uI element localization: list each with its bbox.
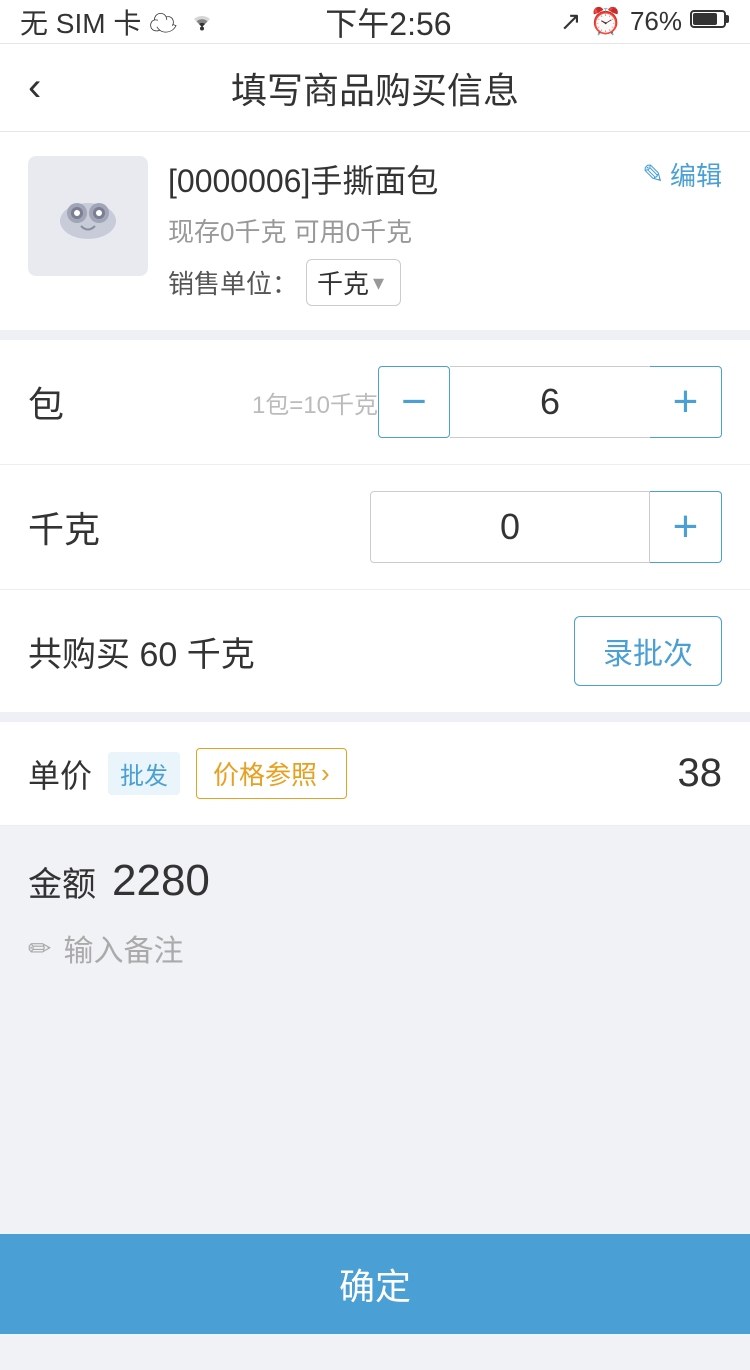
edit-remark-icon: ✏ <box>28 932 51 965</box>
batch-button[interactable]: 录批次 <box>574 616 722 686</box>
product-thumbnail <box>28 156 148 276</box>
status-bar-right: ↗ ⏰ 76% <box>560 6 730 37</box>
status-bar: 无 SIM 卡 ☁ 下午2:56 ↗ ⏰ 76% <box>0 0 750 44</box>
remark-text: 输入备注 <box>63 926 183 970</box>
product-unit: 销售单位： 千克 ▾ <box>168 259 722 306</box>
bao-label: 包 <box>28 376 242 428</box>
confirm-button[interactable]: 确定 <box>0 1234 750 1334</box>
price-ref-button[interactable]: 价格参照 › <box>196 748 347 799</box>
battery-icon <box>690 6 730 37</box>
price-label: 单价 <box>28 751 92 797</box>
price-ref-arrow-icon: › <box>321 758 330 789</box>
kg-qty-control: + <box>370 491 722 563</box>
summary-text: 共购买 60 千克 <box>28 627 255 676</box>
price-value: 38 <box>678 751 723 796</box>
battery-text: 76% <box>630 6 682 37</box>
edit-icon: ✎ <box>642 159 664 190</box>
summary-row: 共购买 60 千克 录批次 <box>0 590 750 722</box>
bao-input-row: 包 1包=10千克 − + <box>0 340 750 465</box>
sim-status: 无 SIM 卡 ☁ <box>20 2 177 42</box>
remark-row[interactable]: ✏ 输入备注 <box>28 926 722 970</box>
amount-row: 金额 2280 <box>28 856 722 906</box>
product-info: [0000006]手撕面包 现存0千克 可用0千克 销售单位： 千克 ▾ <box>168 156 722 306</box>
dropdown-arrow-icon: ▾ <box>373 270 384 296</box>
back-button[interactable]: ‹ <box>28 65 41 110</box>
status-bar-time: 下午2:56 <box>325 0 451 45</box>
bao-minus-button[interactable]: − <box>378 366 450 438</box>
price-badge: 批发 <box>108 752 180 795</box>
alarm-icon: ⏰ <box>590 6 622 37</box>
input-section: 包 1包=10千克 − + 千克 + <box>0 340 750 590</box>
amount-section: 金额 2280 ✏ 输入备注 <box>0 826 750 990</box>
product-card: [0000006]手撕面包 现存0千克 可用0千克 销售单位： 千克 ▾ ✎ 编… <box>0 132 750 340</box>
kg-qty-input[interactable] <box>370 491 650 563</box>
status-bar-left: 无 SIM 卡 ☁ <box>20 2 217 42</box>
bao-qty-input[interactable] <box>450 366 650 438</box>
kg-label: 千克 <box>28 501 370 553</box>
bao-hint: 1包=10千克 <box>252 385 378 420</box>
wifi-icon <box>187 6 217 38</box>
unit-selector[interactable]: 千克 ▾ <box>306 259 401 306</box>
bao-qty-control: − + <box>378 366 722 438</box>
kg-input-row: 千克 + <box>0 465 750 589</box>
nav-title: 填写商品购买信息 <box>231 62 519 114</box>
amount-label: 金额 <box>28 857 96 906</box>
owl-logo-icon <box>53 191 123 241</box>
product-name: [0000006]手撕面包 <box>168 156 722 202</box>
price-section: 单价 批发 价格参照 › 38 <box>0 722 750 826</box>
amount-value: 2280 <box>112 856 210 906</box>
bao-plus-button[interactable]: + <box>650 366 722 438</box>
nav-bar: ‹ 填写商品购买信息 <box>0 44 750 132</box>
unit-label: 销售单位： <box>168 264 298 301</box>
product-stock: 现存0千克 可用0千克 <box>168 212 722 249</box>
edit-button[interactable]: ✎ 编辑 <box>642 156 722 193</box>
kg-plus-button[interactable]: + <box>650 491 722 563</box>
location-icon: ↗ <box>560 6 582 37</box>
